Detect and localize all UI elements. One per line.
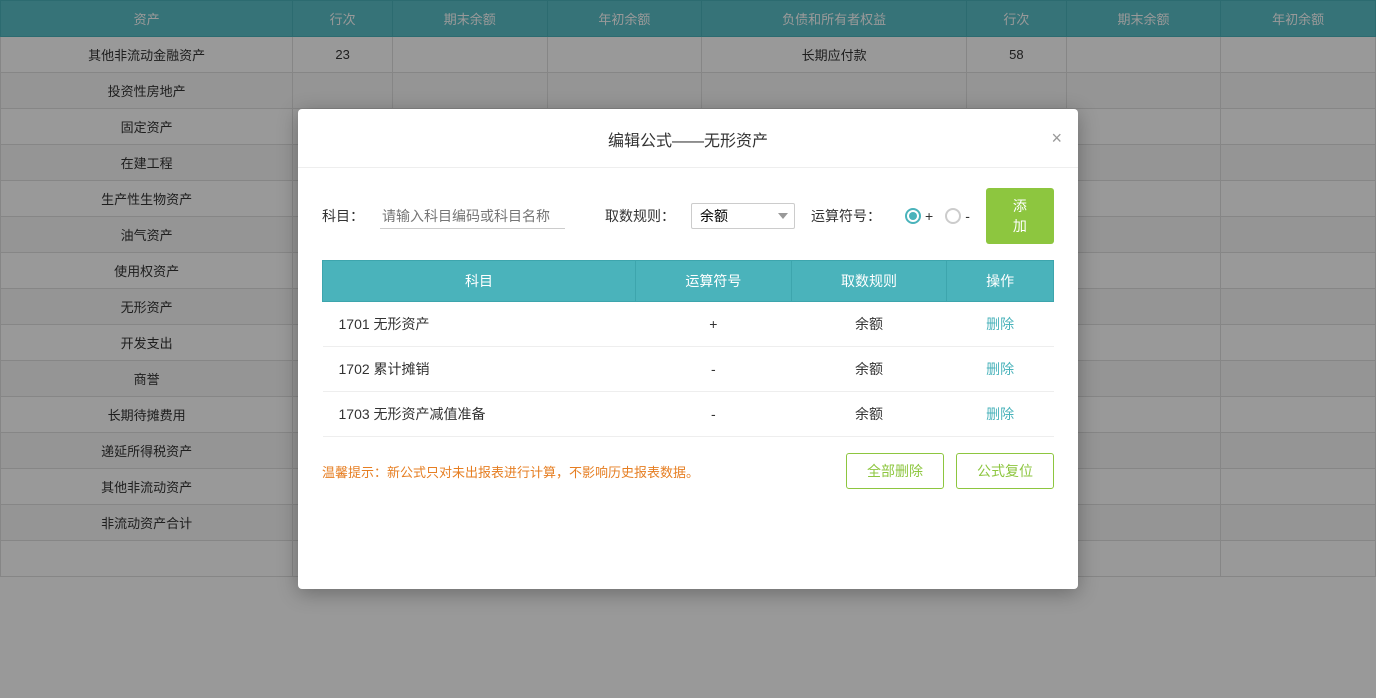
- formula-subject: 1703 无形资产减值准备: [323, 392, 636, 437]
- tip-text: 温馨提示：新公式只对未出报表进行计算，不影响历史报表数据。: [322, 462, 699, 481]
- formula-rule: 余额: [791, 347, 947, 392]
- col-operator: 运算符号: [636, 261, 792, 302]
- delete-row-button[interactable]: 删除: [986, 314, 1014, 334]
- operator-minus-radio[interactable]: -: [945, 208, 970, 224]
- modal-dialog: 编辑公式——无形资产 × 科目： 取数规则： 余额 借方 贷方 借方发生额 贷方…: [298, 109, 1078, 589]
- operator-label: 运算符号：: [811, 206, 881, 226]
- modal-title: 编辑公式——无形资产: [608, 133, 768, 150]
- col-rule: 取数规则: [791, 261, 947, 302]
- formula-action: 删除: [947, 347, 1054, 392]
- list-item: 1703 无形资产减值准备-余额 删除: [323, 392, 1054, 437]
- table-header-row: 科目 运算符号 取数规则 操作: [323, 261, 1054, 302]
- formula-rule: 余额: [791, 392, 947, 437]
- formula-rule: 余额: [791, 302, 947, 347]
- formula-action: 删除: [947, 392, 1054, 437]
- form-row: 科目： 取数规则： 余额 借方 贷方 借方发生额 贷方发生额 运算符号： +: [298, 168, 1078, 260]
- delete-row-button[interactable]: 删除: [986, 404, 1014, 424]
- subject-input[interactable]: [380, 204, 565, 229]
- col-action: 操作: [947, 261, 1054, 302]
- rule-select[interactable]: 余额 借方 贷方 借方发生额 贷方发生额: [691, 203, 795, 229]
- operator-plus-label: +: [925, 208, 933, 224]
- formula-subject: 1701 无形资产: [323, 302, 636, 347]
- footer-buttons: 全部删除 公式复位: [846, 453, 1054, 489]
- formula-table: 科目 运算符号 取数规则 操作 1701 无形资产+余额删除1702 累计摊销-…: [322, 260, 1054, 437]
- modal-overlay: 编辑公式——无形资产 × 科目： 取数规则： 余额 借方 贷方 借方发生额 贷方…: [0, 0, 1376, 698]
- list-item: 1701 无形资产+余额 删除: [323, 302, 1054, 347]
- rule-select-wrap: 余额 借方 贷方 借方发生额 贷方发生额: [691, 203, 795, 229]
- col-subject: 科目: [323, 261, 636, 302]
- modal-header: 编辑公式——无形资产 ×: [298, 109, 1078, 168]
- list-item: 1702 累计摊销-余额 删除: [323, 347, 1054, 392]
- close-button[interactable]: ×: [1051, 129, 1062, 147]
- data-table-wrap: 科目 运算符号 取数规则 操作 1701 无形资产+余额删除1702 累计摊销-…: [298, 260, 1078, 437]
- operator-group: + -: [905, 208, 970, 224]
- formula-operator: -: [636, 392, 792, 437]
- formula-operator: +: [636, 302, 792, 347]
- add-button[interactable]: 添加: [986, 188, 1054, 244]
- operator-minus-label: -: [965, 208, 970, 224]
- delete-all-button[interactable]: 全部删除: [846, 453, 944, 489]
- modal-footer: 温馨提示：新公式只对未出报表进行计算，不影响历史报表数据。 全部删除 公式复位: [298, 437, 1078, 489]
- formula-action: 删除: [947, 302, 1054, 347]
- radio-plus-icon: [905, 208, 921, 224]
- formula-operator: -: [636, 347, 792, 392]
- delete-row-button[interactable]: 删除: [986, 359, 1014, 379]
- formula-subject: 1702 累计摊销: [323, 347, 636, 392]
- reset-button[interactable]: 公式复位: [956, 453, 1054, 489]
- subject-label: 科目：: [322, 206, 364, 226]
- operator-plus-radio[interactable]: +: [905, 208, 933, 224]
- radio-minus-icon: [945, 208, 961, 224]
- rule-label: 取数规则：: [605, 206, 675, 226]
